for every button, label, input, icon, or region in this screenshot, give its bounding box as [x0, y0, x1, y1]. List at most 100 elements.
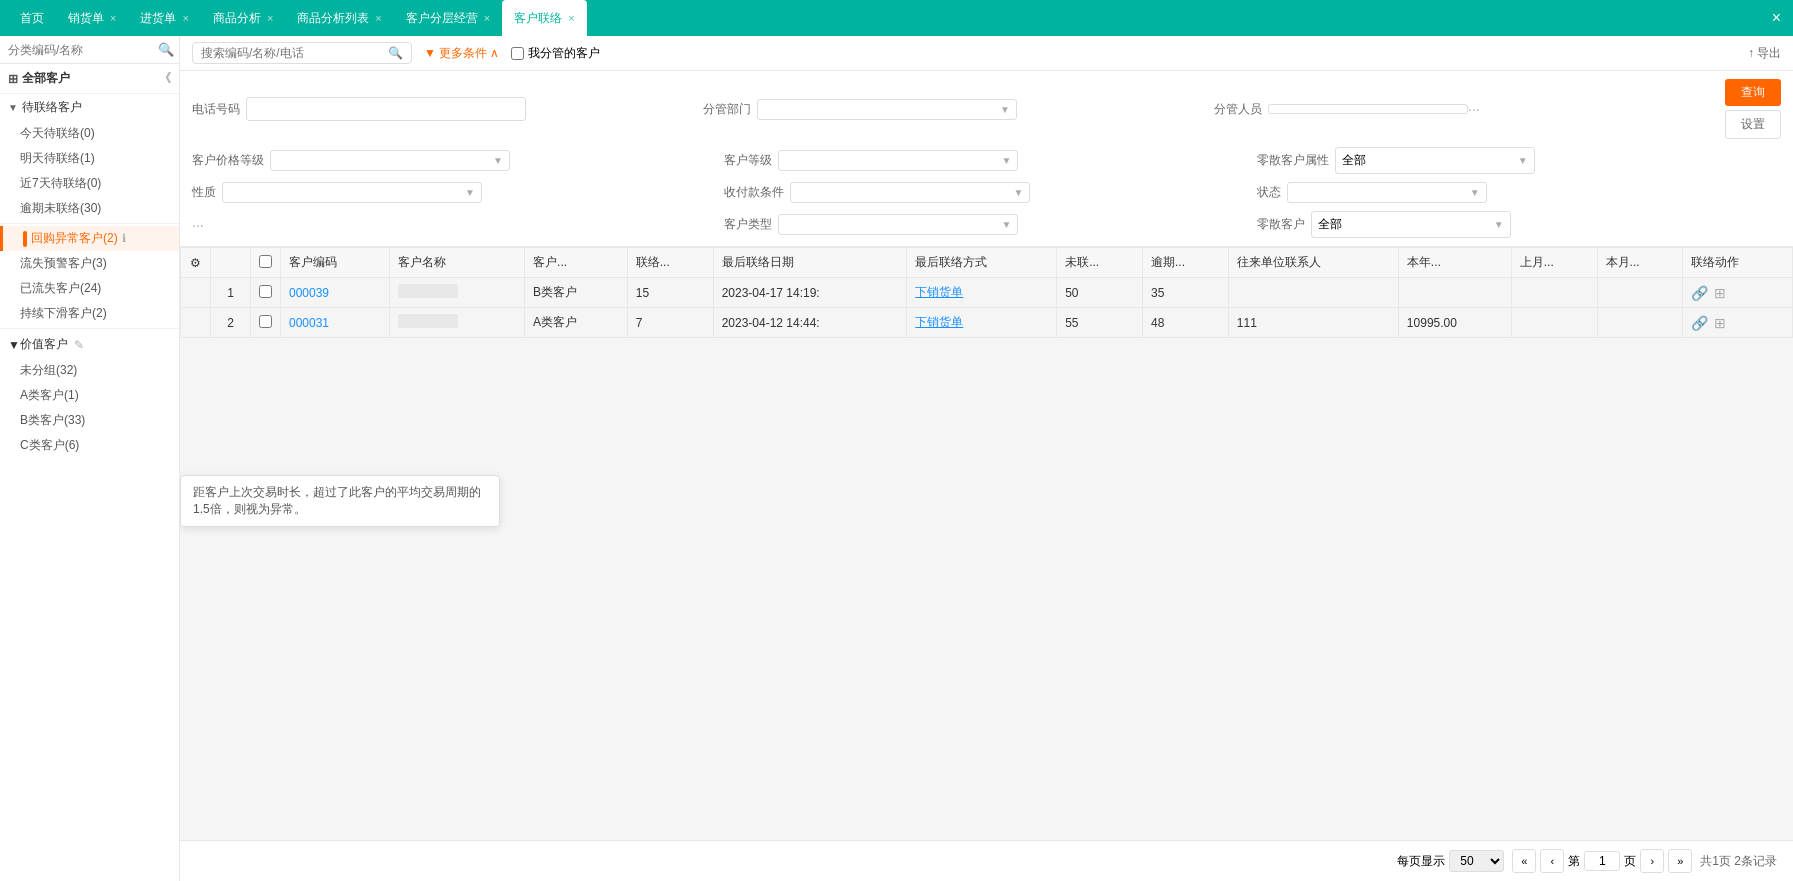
sidebar-item-week[interactable]: 近7天待联络(0) — [0, 171, 179, 196]
query-button[interactable]: 查询 — [1725, 79, 1781, 106]
more-filter-button[interactable]: ▼ 更多条件 ∧ — [424, 45, 499, 62]
sidebar-item-lost-pre[interactable]: 流失预警客户(3) — [0, 251, 179, 276]
sidebar-item-overdue[interactable]: 逾期未联络(30) — [0, 196, 179, 221]
filter-payment-select[interactable]: ▼ — [790, 182, 1030, 203]
close-customer-segment-icon[interactable]: × — [484, 12, 490, 24]
select-all-checkbox[interactable] — [259, 255, 272, 268]
th-code: 客户编码 — [281, 248, 390, 278]
filter-retail-attr-select[interactable]: 全部 ▼ — [1335, 147, 1535, 174]
retail-customer-chevron-icon: ▼ — [1494, 219, 1504, 230]
collapse-sidebar-icon[interactable]: 《 — [159, 70, 171, 87]
row-code-0[interactable]: 000039 — [281, 278, 390, 308]
filter-phone-input[interactable] — [246, 97, 526, 121]
nav-purchase[interactable]: 进货单 × — [128, 0, 200, 36]
filter-phone: 电话号码 — [192, 97, 695, 121]
row-last-method-1[interactable]: 下销货单 — [907, 308, 1057, 338]
th-contact: 联络... — [627, 248, 713, 278]
filter-manager-select[interactable] — [1268, 104, 1468, 114]
my-customer-checkbox-area[interactable]: 我分管的客户 — [511, 45, 600, 62]
close-purchase-icon[interactable]: × — [182, 12, 188, 24]
last-page-button[interactable]: » — [1668, 849, 1692, 873]
nav-sales[interactable]: 销货单 × — [56, 0, 128, 36]
settings-button[interactable]: 设置 — [1725, 110, 1781, 139]
row-action-0: 🔗 ⊞ — [1683, 278, 1793, 308]
sidebar-item-ungroup[interactable]: 未分组(32) — [0, 358, 179, 383]
row-checkbox-0[interactable] — [259, 285, 272, 298]
action-link-icon-0[interactable]: 🔗 — [1691, 285, 1708, 301]
dept-chevron-icon: ▼ — [1000, 104, 1010, 115]
level-chevron-icon: ▼ — [1001, 155, 1011, 166]
close-customer-contact-icon[interactable]: × — [568, 12, 574, 24]
pagination-bar: 每页显示 50 100 200 « ‹ 第 页 › » 共1页 2条记录 — [180, 840, 1793, 881]
table-scroll-wrap[interactable]: ⚙ 客户编码 客户名称 客户... 联络... 最后联络日期 最后联络方式 未联… — [180, 247, 1793, 840]
action-link-icon-1[interactable]: 🔗 — [1691, 315, 1708, 331]
filter-price-level: 客户价格等级 ▼ — [192, 150, 716, 171]
sidebar-item-repeat-abnormal[interactable]: 回购异常客户(2) ℹ — [0, 226, 179, 251]
th-gear[interactable]: ⚙ — [181, 248, 211, 278]
next-page-button[interactable]: › — [1640, 849, 1664, 873]
export-button[interactable]: ↑ 导出 — [1748, 45, 1781, 62]
value-customers-header[interactable]: ▼ 价值客户 ✎ — [0, 331, 179, 358]
filter-customer-level-select[interactable]: ▼ — [778, 150, 1018, 171]
content-area: 🔍 ▼ 更多条件 ∧ 我分管的客户 ↑ 导出 电话号码 — [180, 36, 1793, 881]
sidebar-item-a-class[interactable]: A类客户(1) — [0, 383, 179, 408]
main-search-icon[interactable]: 🔍 — [388, 46, 403, 60]
filter-status-select[interactable]: ▼ — [1287, 182, 1487, 203]
edit-icon[interactable]: ✎ — [74, 338, 84, 352]
sidebar-search-icon[interactable]: 🔍 — [158, 42, 174, 57]
nav-product-analysis-list[interactable]: 商品分析列表 × — [285, 0, 393, 36]
my-customer-checkbox[interactable] — [511, 47, 524, 60]
close-product-analysis-icon[interactable]: × — [267, 12, 273, 24]
row-cb-1[interactable] — [251, 308, 281, 338]
row-gear-1 — [181, 308, 211, 338]
action-grid-icon-1[interactable]: ⊞ — [1714, 315, 1726, 331]
filter-retail-customer-select[interactable]: 全部 ▼ — [1311, 211, 1511, 238]
row-cb-0[interactable] — [251, 278, 281, 308]
row-contacts-1: 111 — [1228, 308, 1398, 338]
per-page-select[interactable]: 50 100 200 — [1449, 850, 1504, 872]
filter-customer-type-select[interactable]: ▼ — [778, 214, 1018, 235]
sidebar-item-already-lost[interactable]: 已流失客户(24) — [0, 276, 179, 301]
nav-customer-contact[interactable]: 客户联络 × — [502, 0, 586, 36]
th-last-month: 上月... — [1511, 248, 1597, 278]
filter-manager-dots[interactable]: ··· — [1468, 101, 1480, 117]
info-icon[interactable]: ℹ — [122, 232, 126, 245]
filter-nature: 性质 ▼ — [192, 182, 716, 203]
sidebar-item-declining[interactable]: 持续下滑客户(2) — [0, 301, 179, 326]
sidebar-item-today[interactable]: 今天待联络(0) — [0, 121, 179, 146]
filter-price-select[interactable]: ▼ — [270, 150, 510, 171]
row-last-date-0: 2023-04-17 14:19: — [713, 278, 907, 308]
close-all-button[interactable]: × — [1772, 9, 1781, 27]
status-chevron-icon: ▼ — [1470, 187, 1480, 198]
retail-attr-chevron-icon: ▼ — [1518, 155, 1528, 166]
sidebar-item-b-class[interactable]: B类客户(33) — [0, 408, 179, 433]
row4-dots[interactable]: ··· — [192, 217, 204, 233]
row-last-month-0 — [1511, 278, 1597, 308]
pending-group-header[interactable]: ▼ 待联络客户 — [0, 94, 179, 121]
row-index-1: 2 — [211, 308, 251, 338]
page-input[interactable] — [1584, 851, 1620, 871]
th-this-year: 本年... — [1398, 248, 1511, 278]
nav-customer-segment[interactable]: 客户分层经营 × — [394, 0, 502, 36]
th-checkbox[interactable] — [251, 248, 281, 278]
query-buttons: 查询 设置 — [1725, 79, 1781, 139]
nav-product-analysis[interactable]: 商品分析 × — [201, 0, 285, 36]
action-grid-icon-0[interactable]: ⊞ — [1714, 285, 1726, 301]
prev-page-button[interactable]: ‹ — [1540, 849, 1564, 873]
filter-nature-select[interactable]: ▼ — [222, 182, 482, 203]
sidebar-search-input[interactable] — [8, 43, 158, 57]
th-last-date: 最后联络日期 — [713, 248, 907, 278]
sidebar-item-c-class[interactable]: C类客户(6) — [0, 433, 179, 458]
main-search-input[interactable] — [201, 46, 388, 60]
sidebar-bottom — [0, 458, 179, 881]
filter-customer-type: 客户类型 ▼ — [724, 214, 1248, 235]
filter-dept-select[interactable]: ▼ — [757, 99, 1017, 120]
first-page-button[interactable]: « — [1512, 849, 1536, 873]
close-product-analysis-list-icon[interactable]: × — [375, 12, 381, 24]
row-checkbox-1[interactable] — [259, 315, 272, 328]
row-last-method-0[interactable]: 下销货单 — [907, 278, 1057, 308]
sidebar-item-tomorrow[interactable]: 明天待联络(1) — [0, 146, 179, 171]
close-sales-icon[interactable]: × — [110, 12, 116, 24]
nav-home[interactable]: 首页 — [8, 0, 56, 36]
row-code-1[interactable]: 000031 — [281, 308, 390, 338]
